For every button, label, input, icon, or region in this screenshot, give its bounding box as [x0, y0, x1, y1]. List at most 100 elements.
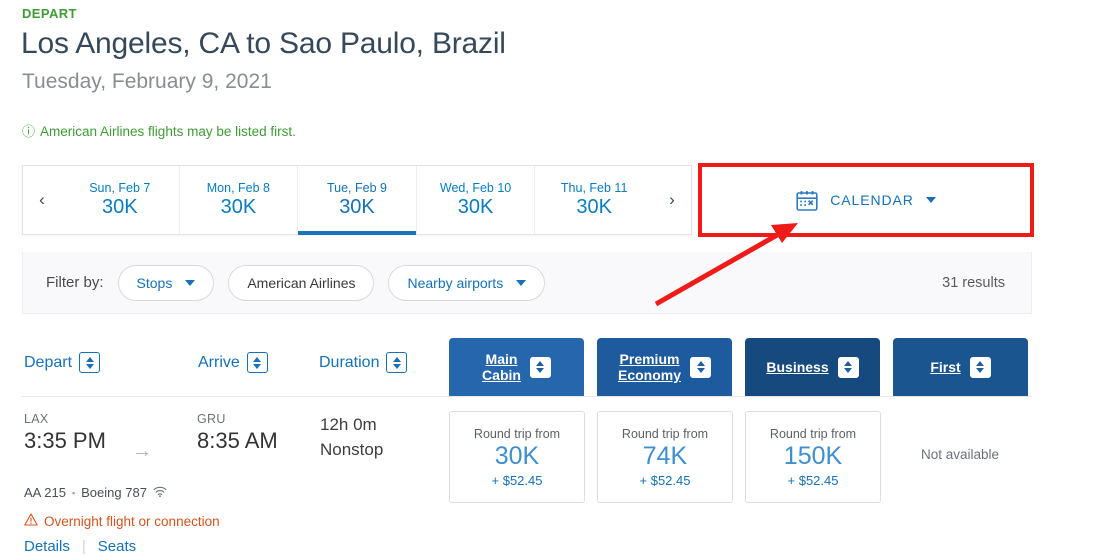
- sort-header-label: Duration: [319, 353, 380, 371]
- cabin-header-label: Business: [766, 358, 829, 375]
- flight-links: Details | Seats: [24, 538, 136, 555]
- depart-label: DEPART: [22, 6, 77, 21]
- calendar-icon: [796, 190, 818, 211]
- results-table-header: Depart Arrive Duration Main Cabin Premiu…: [22, 338, 1032, 396]
- cabin-header-main-cabin[interactable]: Main Cabin: [449, 338, 584, 396]
- next-dates-button[interactable]: ›: [653, 166, 691, 234]
- arrive-airport-code: GRU: [197, 412, 226, 426]
- cabin-label-line2: Economy: [617, 367, 681, 383]
- filter-pill-american-airlines[interactable]: American Airlines: [228, 264, 375, 301]
- sort-toggle-icon[interactable]: [79, 352, 101, 373]
- depart-column: LAX 3:35 PM: [24, 412, 106, 454]
- arrive-column: GRU 8:35 AM: [197, 412, 278, 454]
- sort-header-depart[interactable]: Depart: [24, 352, 101, 373]
- filter-pill-label: American Airlines: [247, 274, 356, 291]
- details-link[interactable]: Details: [24, 538, 70, 555]
- sort-toggle-icon[interactable]: [386, 352, 408, 373]
- calendar-button[interactable]: CALENDAR: [700, 165, 1032, 235]
- date-cell-4[interactable]: Thu, Feb 11 30K: [535, 166, 653, 234]
- date-label: Sun, Feb 7: [89, 181, 151, 195]
- cabin-header-business[interactable]: Business: [745, 338, 880, 396]
- wifi-icon: [153, 485, 167, 500]
- chevron-down-icon: [516, 279, 527, 286]
- filter-pill-nearby-airports[interactable]: Nearby airports: [388, 264, 546, 301]
- price-caption: Round trip from: [473, 426, 561, 441]
- link-separator: |: [81, 538, 86, 555]
- date-price: 30K: [102, 196, 138, 218]
- sort-toggle-icon[interactable]: [690, 356, 711, 378]
- price-miles: 30K: [494, 441, 540, 470]
- overnight-warning-text: Overnight flight or connection: [44, 513, 220, 529]
- date-label: Thu, Feb 11: [560, 181, 628, 195]
- arrive-time: 8:35 AM: [197, 428, 278, 453]
- triangle-down-icon: [976, 368, 985, 373]
- flight-stops: Nonstop: [320, 439, 384, 459]
- cabin-header-label: Premium Economy: [618, 351, 681, 383]
- filter-by-label: Filter by:: [46, 274, 104, 291]
- depart-time: 3:35 PM: [24, 428, 106, 453]
- price-card-premium-economy[interactable]: Round trip from 74K + $52.45: [597, 411, 733, 503]
- date-strip: ‹ Sun, Feb 7 30K Mon, Feb 8 30K Tue, Feb…: [22, 165, 692, 235]
- flight-duration: 12h 0m: [320, 415, 377, 434]
- prev-dates-button[interactable]: ‹: [23, 166, 61, 234]
- travel-date: Tuesday, February 9, 2021: [22, 70, 272, 93]
- date-price: 30K: [339, 196, 375, 218]
- price-card-business[interactable]: Round trip from 150K + $52.45: [745, 411, 881, 503]
- date-cell-0[interactable]: Sun, Feb 7 30K: [61, 166, 180, 234]
- sort-toggle-icon[interactable]: [969, 356, 991, 378]
- triangle-up-icon: [536, 361, 545, 366]
- seats-link[interactable]: Seats: [98, 538, 136, 555]
- price-tax: + $52.45: [787, 472, 839, 488]
- date-price: 30K: [457, 196, 494, 218]
- price-card-main-cabin[interactable]: Round trip from 30K + $52.45: [449, 411, 585, 503]
- filter-pill-label: Nearby airports: [407, 274, 504, 291]
- cabin-header-label: First: [930, 358, 961, 375]
- triangle-down-icon: [85, 363, 94, 369]
- triangle-up-icon: [253, 356, 262, 362]
- date-cell-list: Sun, Feb 7 30K Mon, Feb 8 30K Tue, Feb 9…: [61, 166, 653, 235]
- flight-number: AA 215: [24, 485, 66, 500]
- date-cell-2-selected[interactable]: Tue, Feb 9 30K: [298, 166, 417, 235]
- results-count: 31 results: [942, 274, 1005, 291]
- filter-pill-stops[interactable]: Stops: [117, 264, 215, 301]
- flight-result-row: LAX 3:35 PM → GRU 8:35 AM 12h 0m Nonstop…: [22, 396, 1032, 555]
- date-label: Wed, Feb 10: [439, 181, 512, 195]
- price-miles: 74K: [642, 441, 688, 470]
- sort-toggle-icon[interactable]: [837, 356, 859, 378]
- cabin-label-line1: Main: [485, 350, 518, 367]
- calendar-button-label: CALENDAR: [830, 192, 914, 208]
- price-caption: Round trip from: [621, 426, 709, 441]
- duration-column: 12h 0m Nonstop: [320, 413, 383, 462]
- date-label: Tue, Feb 9: [326, 181, 387, 195]
- triangle-up-icon: [976, 361, 985, 366]
- date-cell-3[interactable]: Wed, Feb 10 30K: [417, 166, 536, 234]
- sort-header-arrive[interactable]: Arrive: [198, 352, 268, 373]
- cabin-header-premium-economy[interactable]: Premium Economy: [597, 338, 732, 396]
- flight-results-page: DEPART Los Angeles, CA to Sao Paulo, Bra…: [0, 0, 1096, 555]
- filter-pill-label: Stops: [136, 274, 173, 291]
- chevron-down-icon: [925, 197, 936, 203]
- cabin-label-line2: Cabin: [482, 367, 521, 383]
- airline-notice: ⓘ American Airlines flights may be liste…: [22, 124, 296, 139]
- date-label: Mon, Feb 8: [206, 181, 270, 195]
- date-cell-1[interactable]: Mon, Feb 8 30K: [180, 166, 299, 234]
- arrow-right-icon: →: [132, 440, 152, 462]
- chevron-down-icon: [185, 279, 196, 286]
- price-caption: Round trip from: [769, 426, 857, 441]
- price-miles: 150K: [783, 441, 843, 470]
- warning-triangle-icon: [24, 513, 38, 529]
- aircraft-type: Boeing 787: [81, 485, 147, 500]
- cabin-header-first[interactable]: First: [893, 338, 1028, 396]
- depart-airport-code: LAX: [24, 412, 49, 426]
- overnight-warning: Overnight flight or connection: [24, 513, 220, 529]
- triangle-down-icon: [844, 368, 853, 373]
- airline-notice-text: American Airlines flights may be listed …: [40, 124, 296, 139]
- price-tax: + $52.45: [491, 472, 543, 488]
- sort-toggle-icon[interactable]: [246, 352, 268, 373]
- sort-toggle-icon[interactable]: [529, 356, 551, 378]
- price-tax: + $52.45: [639, 472, 691, 488]
- sort-header-duration[interactable]: Duration: [319, 352, 408, 373]
- price-cell-first-unavailable: Not available: [920, 447, 1000, 462]
- date-price: 30K: [576, 196, 612, 218]
- sort-header-label: Depart: [24, 353, 73, 371]
